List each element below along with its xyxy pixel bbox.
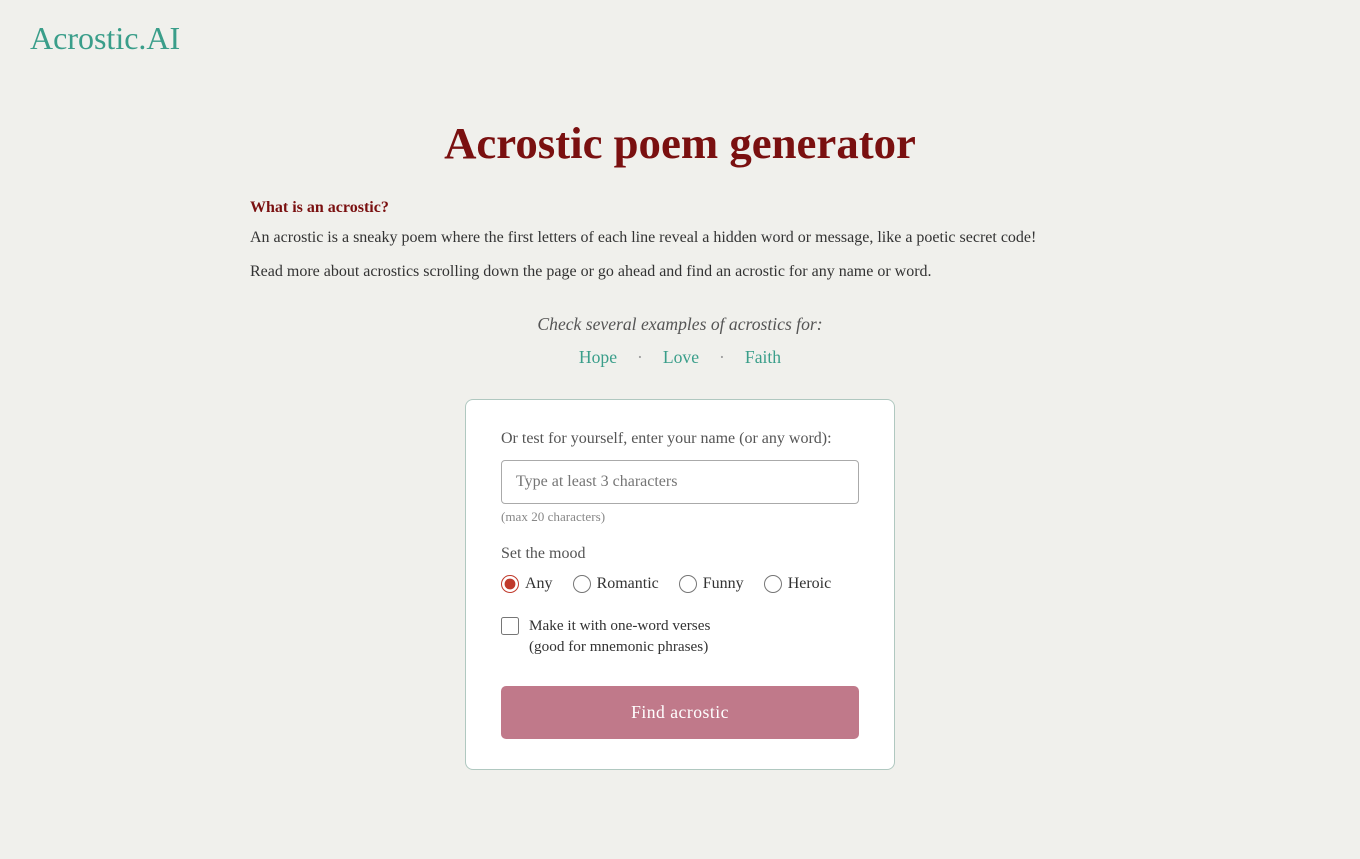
- one-word-label: Make it with one-word verses (good for m…: [529, 615, 710, 658]
- mood-option-any[interactable]: Any: [501, 575, 553, 593]
- what-is-line1: An acrostic is a sneaky poem where the f…: [250, 225, 1110, 251]
- example-link-faith[interactable]: Faith: [745, 347, 781, 369]
- one-word-checkbox[interactable]: [501, 617, 519, 635]
- page-title: Acrostic poem generator: [250, 117, 1110, 169]
- mood-label-funny: Funny: [703, 575, 744, 593]
- one-word-line1: Make it with one-word verses: [529, 617, 710, 634]
- max-chars-note: (max 20 characters): [501, 509, 859, 525]
- example-link-hope[interactable]: Hope: [579, 347, 617, 369]
- what-is-section: What is an acrostic? An acrostic is a sn…: [250, 199, 1110, 284]
- mood-label: Set the mood: [501, 545, 859, 563]
- example-link-love[interactable]: Love: [663, 347, 699, 369]
- what-is-line2: Read more about acrostics scrolling down…: [250, 259, 1110, 285]
- mood-radio-any[interactable]: [501, 575, 519, 593]
- mood-option-funny[interactable]: Funny: [679, 575, 744, 593]
- separator-2: ·: [719, 347, 725, 369]
- example-links-container: Hope · Love · Faith: [250, 347, 1110, 369]
- mood-label-any: Any: [525, 575, 553, 593]
- mood-radio-romantic[interactable]: [573, 575, 591, 593]
- find-acrostic-button[interactable]: Find acrostic: [501, 686, 859, 739]
- site-logo[interactable]: Acrostic.AI: [30, 20, 180, 56]
- mood-option-heroic[interactable]: Heroic: [764, 575, 832, 593]
- what-is-heading: What is an acrostic?: [250, 199, 1110, 217]
- separator-1: ·: [637, 347, 643, 369]
- form-card: Or test for yourself, enter your name (o…: [465, 399, 895, 770]
- mood-label-romantic: Romantic: [597, 575, 659, 593]
- examples-label: Check several examples of acrostics for:: [250, 314, 1110, 335]
- mood-radio-heroic[interactable]: [764, 575, 782, 593]
- one-word-line2: (good for mnemonic phrases): [529, 638, 708, 655]
- mood-options-container: Any Romantic Funny Heroic: [501, 575, 859, 593]
- one-word-option[interactable]: Make it with one-word verses (good for m…: [501, 615, 859, 658]
- mood-option-romantic[interactable]: Romantic: [573, 575, 659, 593]
- mood-radio-funny[interactable]: [679, 575, 697, 593]
- name-input[interactable]: [501, 460, 859, 504]
- form-prompt-label: Or test for yourself, enter your name (o…: [501, 430, 859, 448]
- mood-label-heroic: Heroic: [788, 575, 832, 593]
- examples-section: Check several examples of acrostics for:…: [250, 314, 1110, 369]
